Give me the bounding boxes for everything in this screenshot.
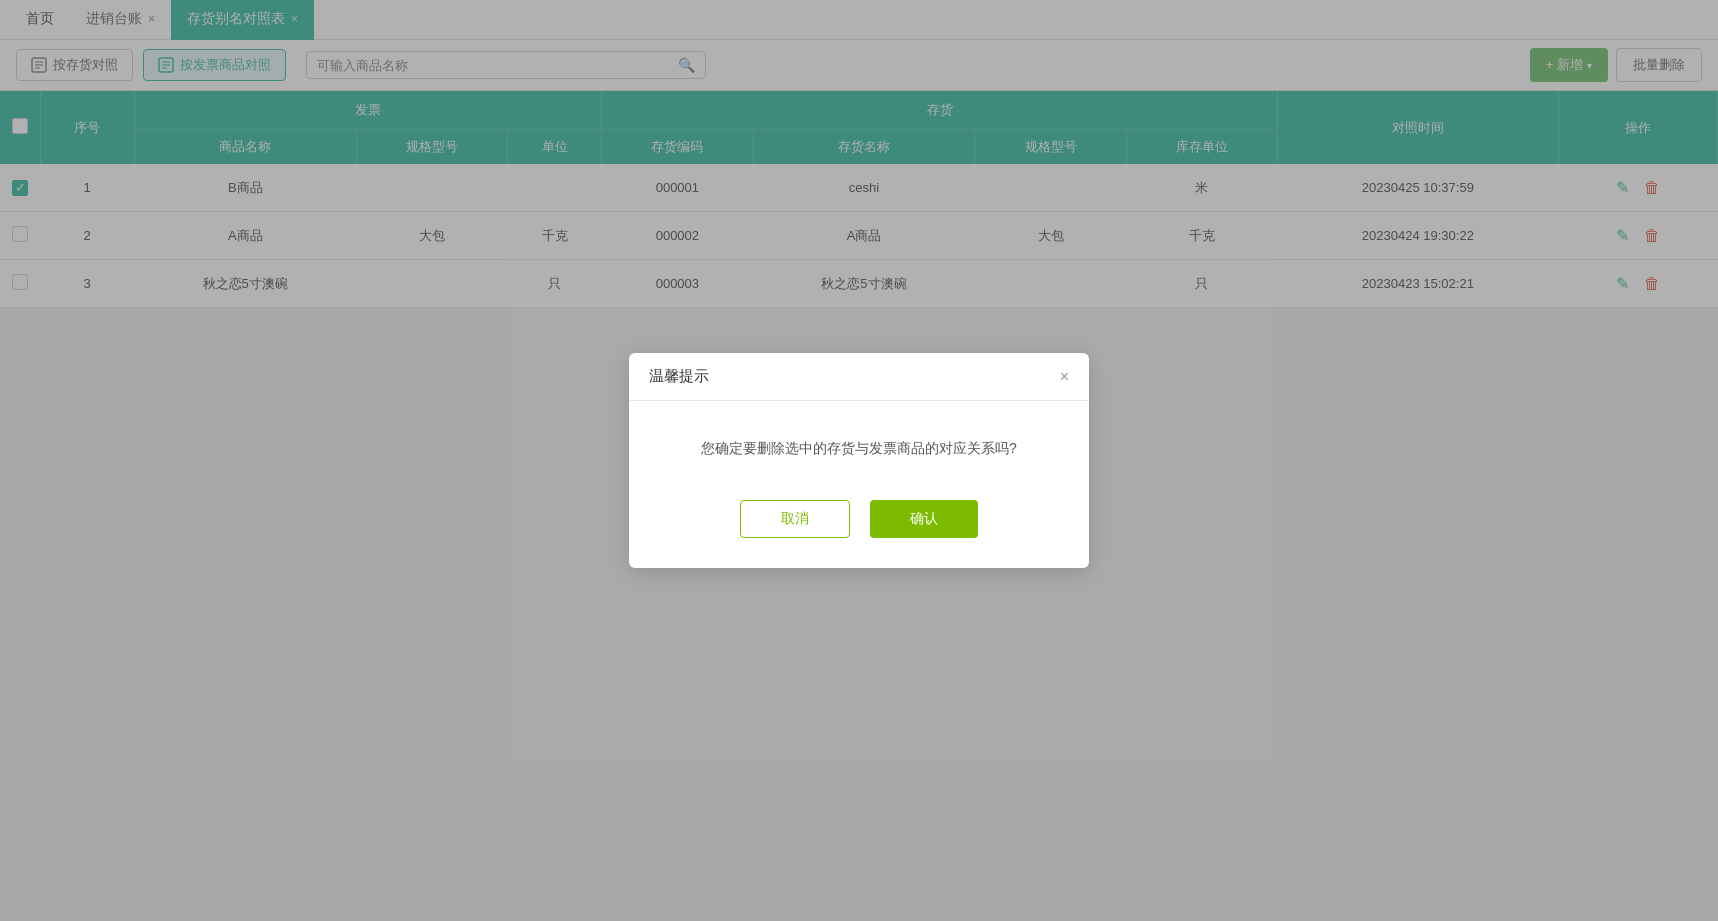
overlay: 温馨提示 × 您确定要删除选中的存货与发票商品的对应关系吗? 取消 确认	[0, 0, 1718, 308]
